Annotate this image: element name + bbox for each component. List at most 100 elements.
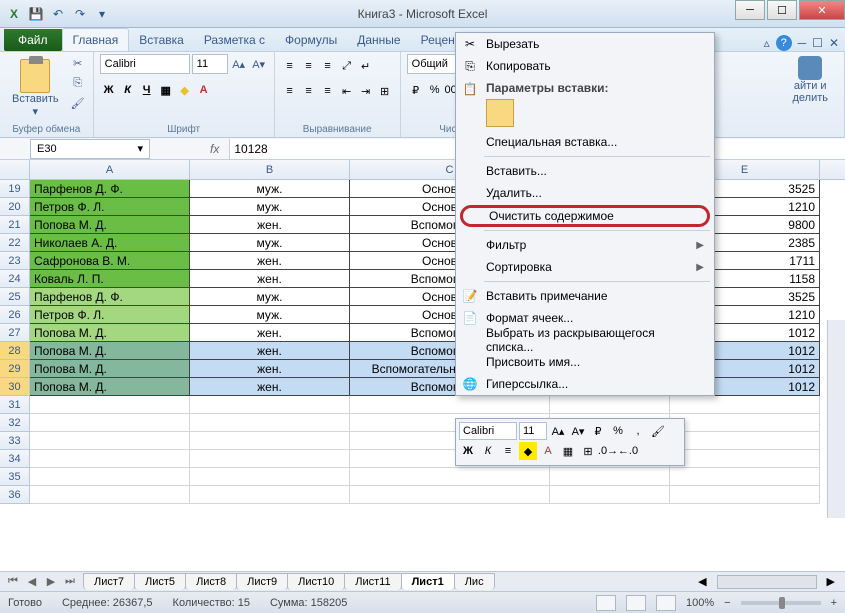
row-header[interactable]: 22 (0, 234, 30, 252)
cell[interactable] (190, 414, 350, 432)
cell[interactable] (30, 486, 190, 504)
cell[interactable]: жен. (190, 378, 350, 396)
tab-data[interactable]: Данные (347, 29, 410, 51)
italic-button[interactable]: К (119, 81, 137, 99)
cell[interactable]: жен. (190, 252, 350, 270)
mt-inc-decimal-icon[interactable]: .0→ (599, 442, 617, 460)
row-header[interactable]: 21 (0, 216, 30, 234)
cell[interactable]: жен. (190, 270, 350, 288)
zoom-in-icon[interactable]: + (831, 597, 837, 609)
sheet-tab[interactable]: Лис (454, 573, 495, 590)
vertical-scrollbar[interactable] (827, 320, 845, 518)
wrap-text-icon[interactable]: ↵ (357, 57, 375, 75)
row-header[interactable]: 35 (0, 468, 30, 486)
mt-font-color-icon[interactable]: A (539, 442, 557, 460)
currency-icon[interactable]: ₽ (407, 81, 425, 99)
tab-formulas[interactable]: Формулы (275, 29, 347, 51)
merge-icon[interactable]: ⊞ (376, 82, 394, 100)
orientation-icon[interactable]: ⤢ (338, 57, 356, 75)
copy-icon[interactable]: ⎘ (69, 74, 87, 92)
view-normal-icon[interactable] (596, 595, 616, 611)
cell[interactable]: Попова М. Д. (30, 324, 190, 342)
window-restore-icon[interactable]: ☐ (812, 36, 823, 50)
cell[interactable] (30, 468, 190, 486)
window-close-icon[interactable]: ✕ (829, 36, 839, 50)
file-tab[interactable]: Файл (4, 29, 62, 51)
mt-grow-font-icon[interactable]: A▴ (549, 422, 567, 440)
cell[interactable] (350, 486, 550, 504)
cm-paste-special[interactable]: Специальная вставка... (456, 131, 714, 153)
cell[interactable]: Сафронова В. М. (30, 252, 190, 270)
row-header[interactable]: 36 (0, 486, 30, 504)
cell[interactable]: жен. (190, 342, 350, 360)
align-bottom-icon[interactable]: ≡ (319, 57, 337, 75)
percent-icon[interactable]: % (426, 81, 444, 99)
indent-decrease-icon[interactable]: ⇤ (338, 82, 356, 100)
cell[interactable] (30, 414, 190, 432)
border-button[interactable]: ▦ (157, 81, 175, 99)
zoom-slider[interactable] (741, 601, 821, 605)
cell[interactable] (550, 396, 670, 414)
cell[interactable]: жен. (190, 324, 350, 342)
cell[interactable] (350, 396, 550, 414)
zoom-out-icon[interactable]: − (724, 597, 730, 609)
row-header[interactable]: 29 (0, 360, 30, 378)
align-middle-icon[interactable]: ≡ (300, 57, 318, 75)
format-painter-icon[interactable]: 🖌 (69, 94, 87, 112)
align-center-icon[interactable]: ≡ (300, 82, 318, 100)
sheet-tab[interactable]: Лист10 (287, 573, 345, 590)
cell[interactable]: Попова М. Д. (30, 378, 190, 396)
horizontal-scrollbar[interactable] (717, 575, 817, 589)
cell[interactable]: муж. (190, 288, 350, 306)
cell[interactable] (670, 450, 820, 468)
cell[interactable] (30, 396, 190, 414)
cell[interactable] (670, 396, 820, 414)
font-color-button[interactable]: A (195, 81, 213, 99)
sheet-tab[interactable]: Лист9 (236, 573, 288, 590)
redo-icon[interactable]: ↷ (70, 4, 90, 24)
cut-icon[interactable]: ✂ (69, 54, 87, 72)
mt-shrink-font-icon[interactable]: A▾ (569, 422, 587, 440)
mt-merge-icon[interactable]: ⊞ (579, 442, 597, 460)
mt-border-icon[interactable]: ▦ (559, 442, 577, 460)
cell[interactable] (670, 414, 820, 432)
cell[interactable] (30, 450, 190, 468)
cell[interactable]: Парфенов Д. Ф. (30, 180, 190, 198)
undo-icon[interactable]: ↶ (48, 4, 68, 24)
find-select-button[interactable]: айти и делить (786, 54, 834, 106)
view-page-break-icon[interactable] (656, 595, 676, 611)
cm-sort[interactable]: Сортировка▶ (456, 256, 714, 278)
cm-pick-from-list[interactable]: Выбрать из раскрывающегося списка... (456, 329, 714, 351)
mt-currency-icon[interactable]: ₽ (589, 422, 607, 440)
cm-clear-contents[interactable]: Очистить содержимое (460, 205, 710, 227)
tab-home[interactable]: Главная (62, 28, 130, 51)
shrink-font-icon[interactable]: A▾ (250, 55, 268, 73)
sheet-tab[interactable]: Лист7 (83, 573, 135, 590)
cell[interactable]: муж. (190, 306, 350, 324)
cell[interactable]: Петров Ф. Л. (30, 306, 190, 324)
cm-cut[interactable]: ✂Вырезать (456, 33, 714, 55)
cell[interactable]: Коваль Л. П. (30, 270, 190, 288)
sheet-first-icon[interactable]: ⏮ (4, 574, 22, 590)
fx-icon[interactable]: fx (210, 142, 219, 156)
cm-delete[interactable]: Удалить... (456, 182, 714, 204)
row-header[interactable]: 26 (0, 306, 30, 324)
cell[interactable]: Николаев А. Д. (30, 234, 190, 252)
select-all-corner[interactable] (0, 160, 30, 179)
cell[interactable]: муж. (190, 198, 350, 216)
grow-font-icon[interactable]: A▴ (230, 55, 248, 73)
excel-icon[interactable]: X (4, 4, 24, 24)
cell[interactable]: муж. (190, 234, 350, 252)
bold-button[interactable]: Ж (100, 81, 118, 99)
hscroll-left-icon[interactable]: ◀ (698, 575, 706, 588)
cell[interactable] (190, 486, 350, 504)
cell[interactable]: Попова М. Д. (30, 342, 190, 360)
mt-dec-decimal-icon[interactable]: ←.0 (619, 442, 637, 460)
cell[interactable] (550, 486, 670, 504)
sheet-prev-icon[interactable]: ◀ (23, 574, 41, 590)
row-header[interactable]: 23 (0, 252, 30, 270)
cell[interactable]: Парфенов Д. Ф. (30, 288, 190, 306)
sheet-tab[interactable]: Лист11 (344, 573, 401, 590)
cell[interactable] (30, 432, 190, 450)
cell[interactable]: Попова М. Д. (30, 216, 190, 234)
